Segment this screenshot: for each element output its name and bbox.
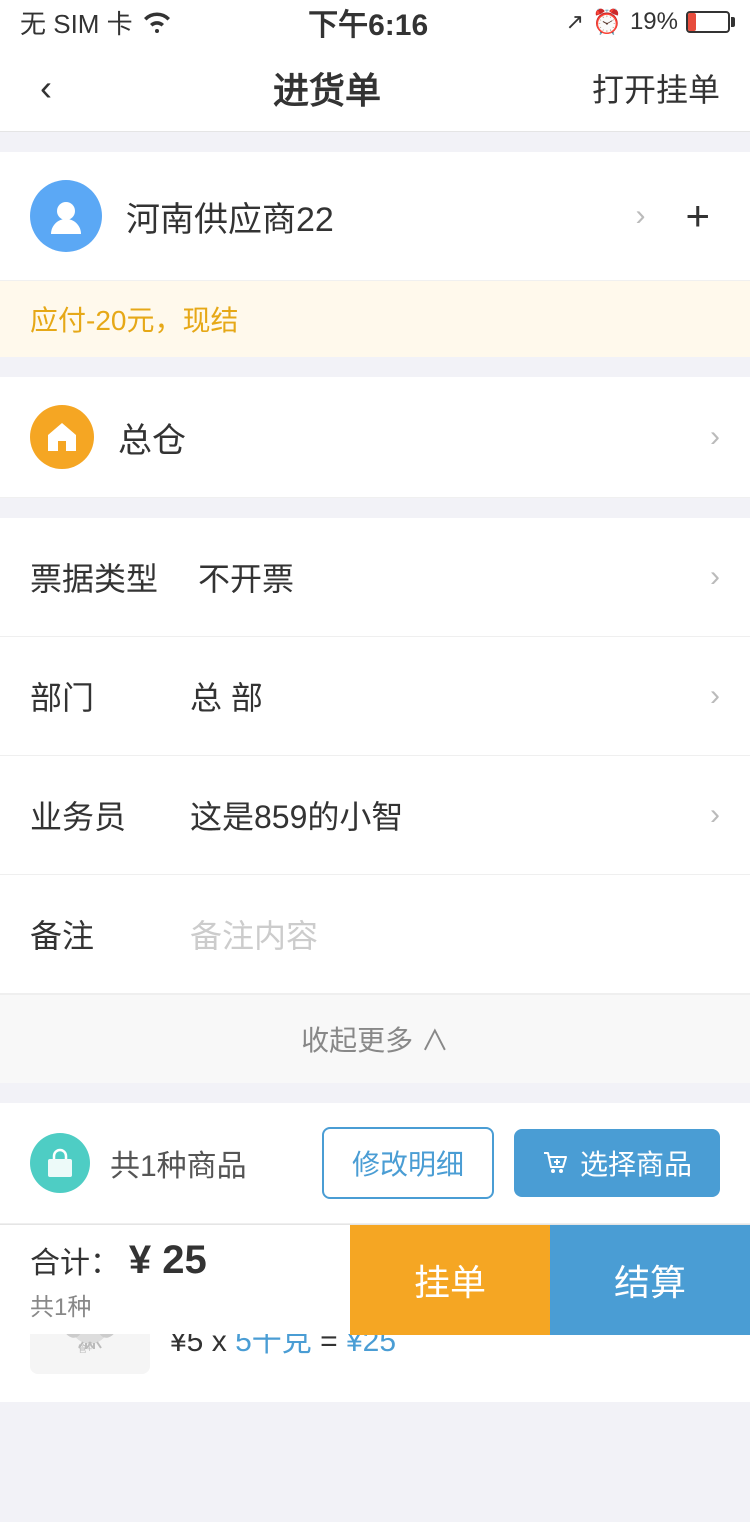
status-left: 无 SIM 卡 [20, 4, 171, 41]
warehouse-name: 总仓 [118, 413, 710, 462]
warehouse-chevron-icon: › [710, 420, 720, 454]
notice-text: 应付-20元，现结 [30, 305, 238, 336]
warehouse-card: 总仓 › [0, 377, 750, 498]
supplier-row[interactable]: 河南供应商22 › + [0, 152, 750, 281]
salesperson-row[interactable]: 业务员 这是859的小智 › [0, 756, 750, 875]
salesperson-chevron-icon: › [710, 798, 720, 832]
total-count: 共1种 [30, 1287, 320, 1322]
supplier-name: 河南供应商22 [126, 192, 635, 241]
status-time: 下午6:16 [308, 0, 428, 44]
department-value: 总 部 [150, 673, 710, 719]
wifi-icon [143, 11, 171, 33]
open-hang-button[interactable]: 打开挂单 [592, 65, 720, 111]
svg-text:管+: 管+ [78, 1343, 92, 1354]
cart-icon [542, 1151, 570, 1175]
collapse-button[interactable]: 收起更多 ∧ [0, 994, 750, 1083]
remark-row[interactable]: 备注 备注内容 [0, 875, 750, 994]
invoice-type-value: 不开票 [158, 554, 710, 600]
divider-1 [0, 132, 750, 152]
divider-4 [0, 1083, 750, 1103]
nav-bar: ‹ 进货单 打开挂单 [0, 44, 750, 132]
total-amount: ¥ 25 [129, 1238, 207, 1282]
total-section: 合计： ¥ 25 共1种 [0, 1238, 350, 1322]
supplier-avatar [30, 180, 102, 252]
select-product-label: 选择商品 [580, 1143, 692, 1183]
person-icon [46, 196, 86, 236]
product-count: 共1种商品 [110, 1141, 302, 1185]
alarm-icon: ⏰ [592, 8, 622, 37]
invoice-type-label: 票据类型 [30, 554, 158, 600]
add-supplier-button[interactable]: + [675, 192, 720, 240]
remark-value: 备注内容 [150, 911, 720, 957]
status-bar: 无 SIM 卡 下午6:16 ↗ ⏰ 19% [0, 0, 750, 44]
battery-fill [688, 13, 696, 31]
back-button[interactable]: ‹ [30, 57, 62, 119]
edit-detail-button[interactable]: 修改明细 [322, 1127, 494, 1199]
total-label: 合计： [30, 1247, 120, 1280]
bottom-bar: 合计： ¥ 25 共1种 挂单 结算 [0, 1224, 750, 1334]
page-title: 进货单 [273, 62, 381, 114]
divider-2 [0, 357, 750, 377]
location-icon: ↗ [566, 9, 584, 35]
salesperson-value: 这是859的小智 [150, 792, 710, 838]
select-product-button[interactable]: 选择商品 [514, 1129, 720, 1197]
carrier-text: 无 SIM 卡 [20, 4, 133, 41]
supplier-chevron-icon: › [635, 199, 645, 233]
settle-button[interactable]: 结算 [550, 1225, 750, 1335]
status-right: ↗ ⏰ 19% [566, 8, 730, 37]
product-section-icon [30, 1133, 90, 1193]
battery-text: 19% [630, 8, 678, 36]
shopping-bag-icon [44, 1147, 76, 1179]
product-header: 共1种商品 修改明细 选择商品 [0, 1103, 750, 1224]
total-line: 合计： ¥ 25 [30, 1238, 320, 1283]
hang-button[interactable]: 挂单 [350, 1225, 550, 1335]
notice-bar: 应付-20元，现结 [0, 281, 750, 357]
bottom-spacer [0, 1402, 750, 1522]
form-card: 票据类型 不开票 › 部门 总 部 › 业务员 这是859的小智 › 备注 备注… [0, 518, 750, 1083]
warehouse-row[interactable]: 总仓 › [0, 377, 750, 498]
divider-3 [0, 498, 750, 518]
salesperson-label: 业务员 [30, 792, 150, 838]
department-row[interactable]: 部门 总 部 › [0, 637, 750, 756]
department-chevron-icon: › [710, 679, 720, 713]
supplier-card: 河南供应商22 › + 应付-20元，现结 [0, 152, 750, 357]
invoice-chevron-icon: › [710, 560, 720, 594]
warehouse-icon [30, 405, 94, 469]
remark-label: 备注 [30, 911, 150, 957]
invoice-type-row[interactable]: 票据类型 不开票 › [0, 518, 750, 637]
battery-icon [686, 11, 730, 33]
collapse-label: 收起更多 ∧ [301, 1025, 449, 1056]
department-label: 部门 [30, 673, 150, 719]
house-icon [44, 419, 80, 455]
